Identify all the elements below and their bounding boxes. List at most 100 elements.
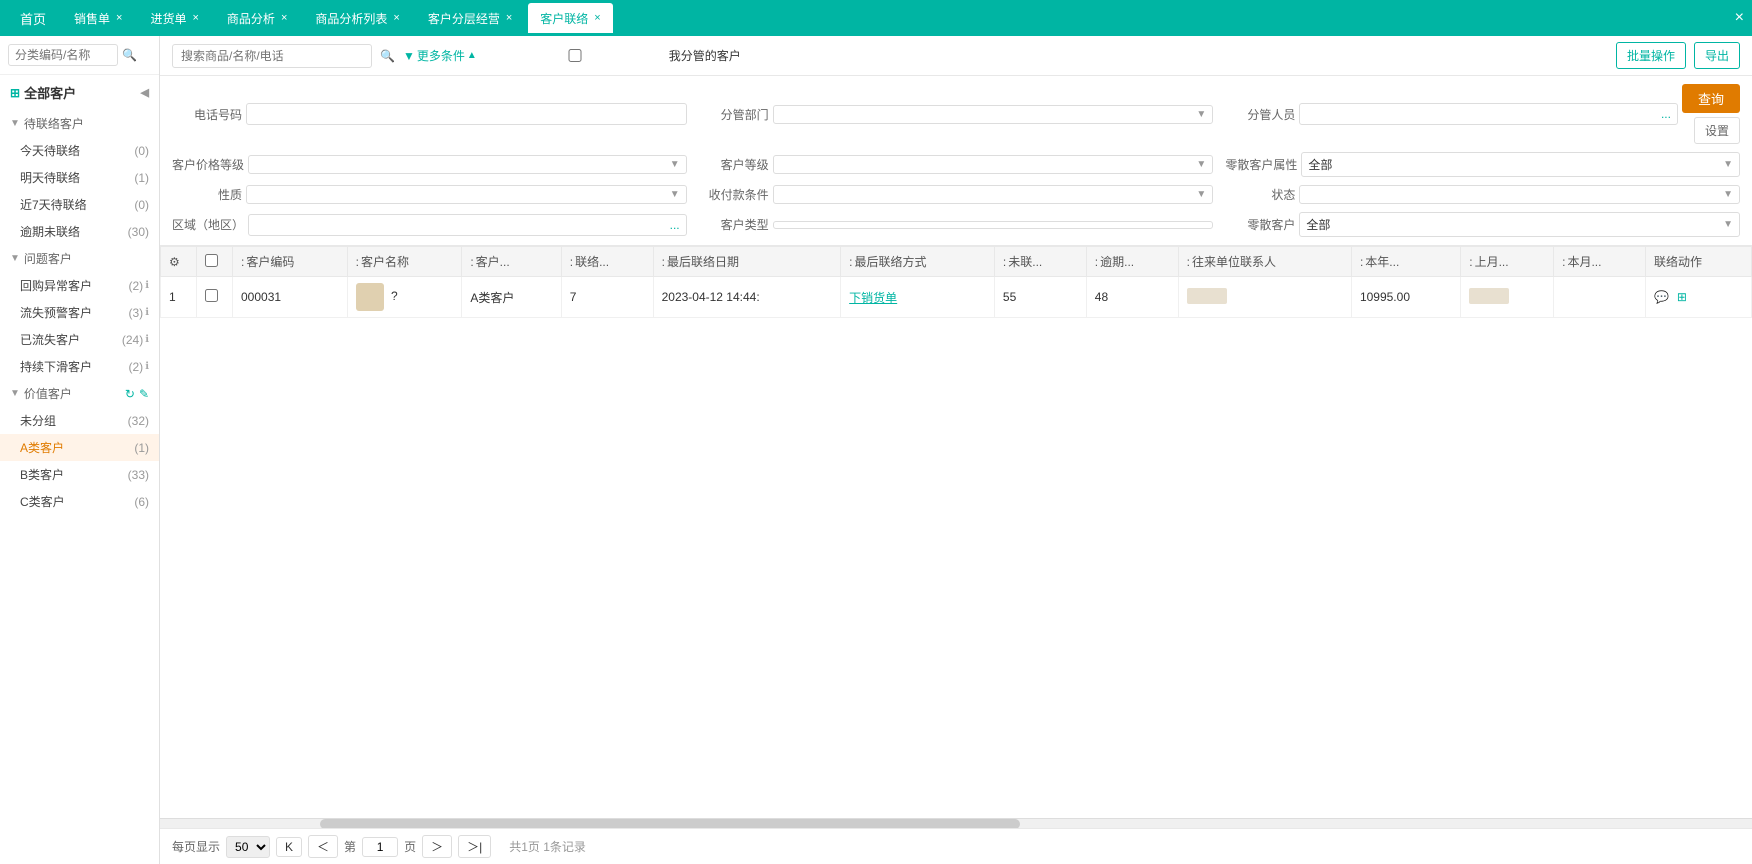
my-customers-checkbox-area: 我分管的客户 (485, 47, 741, 64)
staff-input[interactable]: ... (1299, 103, 1678, 125)
pay-terms-arrow-icon: ▼ (1196, 189, 1206, 200)
prev-page-btn[interactable]: ＜ (308, 835, 338, 858)
cell-row-actions: 💬 ⊞ (1645, 277, 1751, 318)
home-tab[interactable]: 首页 (8, 5, 58, 32)
top-nav: 首页 销售单 × 进货单 × 商品分析 × 商品分析列表 × 客户分层经营 × … (0, 0, 1752, 36)
row-checkbox[interactable] (205, 289, 218, 302)
pay-terms-select[interactable]: ▼ (773, 185, 1214, 204)
col-contact-count: : 联络... (561, 247, 653, 277)
unit-contact-placeholder (1187, 288, 1227, 304)
more-action-icon[interactable]: ⊞ (1677, 290, 1687, 304)
horizontal-scrollbar[interactable] (160, 818, 1752, 828)
filter-row-price-level: 客户价格等级 ▼ (172, 152, 687, 177)
sidebar-item-b-class[interactable]: B类客户 (33) (0, 461, 159, 488)
sidebar-item-c-class[interactable]: C类客户 (6) (0, 488, 159, 515)
sidebar-item-abnormal[interactable]: 回购异常客户 (2) ℹ (0, 272, 159, 299)
cell-last-method[interactable]: 下销货单 (841, 277, 995, 318)
retail-attr-arrow-icon: ▼ (1723, 159, 1733, 170)
cell-checkbox[interactable] (197, 277, 233, 318)
sidebar-collapse-btn[interactable]: ◀ (141, 86, 149, 99)
tab-analysis[interactable]: 商品分析 × (215, 3, 299, 33)
all-customers-header[interactable]: ⊞ 全部客户 ◀ (0, 75, 159, 110)
last-page-btn[interactable]: ＞| (458, 835, 491, 858)
tab-analysis-list[interactable]: 商品分析列表 × (303, 3, 411, 33)
info-icon-2: ℹ (145, 307, 149, 318)
sidebar-item-churn-warning[interactable]: 流失预警客户 (3) ℹ (0, 299, 159, 326)
tab-customer-tier[interactable]: 客户分层经营 × (416, 3, 524, 33)
sidebar-item-tomorrow[interactable]: 明天待联络 (1) (0, 164, 159, 191)
next-page-btn[interactable]: ＞ (422, 835, 452, 858)
query-btn[interactable]: 查询 (1682, 84, 1740, 113)
col-name: : 客户名称 (347, 247, 462, 277)
refresh-icon[interactable]: ↻ (125, 387, 135, 401)
region-dots-icon[interactable]: ... (670, 218, 680, 232)
close-customer-tier-tab[interactable]: × (506, 12, 512, 24)
app-close-btn[interactable]: × (1735, 9, 1744, 27)
dept-select[interactable]: ▼ (773, 105, 1214, 124)
col-last-date: : 最后联络日期 (653, 247, 841, 277)
search-input[interactable] (172, 44, 372, 68)
settings-col-icon[interactable]: ⚙ (169, 255, 180, 269)
problem-customers-group[interactable]: ▼ 问题客户 (0, 245, 159, 272)
tab-purchase[interactable]: 进货单 × (138, 3, 210, 33)
search-icon-main[interactable]: 🔍 (380, 49, 395, 63)
retail-cust-arrow-icon: ▼ (1723, 219, 1733, 230)
filter-row-region: 区域（地区） ... (172, 212, 687, 237)
col-unit-contact: : 往来单位联系人 (1178, 247, 1351, 277)
cell-contact-count: 7 (561, 277, 653, 318)
close-analysis-list-tab[interactable]: × (393, 12, 399, 24)
col-checkbox[interactable] (197, 247, 233, 277)
sidebar-item-churned[interactable]: 已流失客户 (24) ℹ (0, 326, 159, 353)
cust-level-arrow-icon: ▼ (1196, 159, 1206, 170)
staff-dots-icon[interactable]: ... (1661, 107, 1671, 121)
per-page-select[interactable]: 50 (226, 836, 270, 858)
select-all-checkbox[interactable] (205, 254, 218, 267)
my-customers-checkbox[interactable] (485, 49, 665, 62)
edit-icon[interactable]: ✎ (139, 387, 149, 401)
pending-contact-group[interactable]: ▼ 待联络客户 (0, 110, 159, 137)
col-settings[interactable]: ⚙ (161, 247, 197, 277)
filter-row-cust-level: 客户等级 ▼ (699, 152, 1214, 177)
query-actions: 查询 设置 (1682, 84, 1740, 144)
status-select[interactable]: ▼ (1299, 185, 1740, 204)
export-btn[interactable]: 导出 (1694, 42, 1740, 69)
value-customers-group[interactable]: ▼ 价值客户 ↻ ✎ (0, 380, 159, 407)
cell-last-date: 2023-04-12 14:44: (653, 277, 841, 318)
sidebar-item-a-class[interactable]: A类客户 (1) (0, 434, 159, 461)
scrollbar-thumb[interactable] (320, 819, 1020, 828)
nature-select[interactable]: ▼ (246, 185, 687, 204)
close-customer-contact-tab[interactable]: × (594, 12, 600, 24)
pending-contact-label: 待联络客户 (24, 115, 84, 132)
tab-sales[interactable]: 销售单 × (62, 3, 134, 33)
retail-attr-select[interactable]: 全部 ▼ (1301, 152, 1740, 177)
cell-num: 1 (161, 277, 197, 318)
close-sales-tab[interactable]: × (116, 12, 122, 24)
dept-arrow-icon: ▼ (1196, 109, 1206, 120)
retail-cust-select[interactable]: 全部 ▼ (1299, 212, 1740, 237)
close-purchase-tab[interactable]: × (192, 12, 198, 24)
phone-input[interactable] (246, 103, 687, 125)
sidebar-item-overdue[interactable]: 逾期未联络 (30) (0, 218, 159, 245)
filter-row-nature: 性质 ▼ (172, 185, 687, 204)
cust-level-select[interactable]: ▼ (773, 155, 1214, 174)
sidebar-search-input[interactable] (8, 44, 118, 66)
sidebar-item-7days[interactable]: 近7天待联络 (0) (0, 191, 159, 218)
contact-action-icon[interactable]: 💬 (1654, 290, 1669, 304)
page-number-input[interactable] (362, 837, 398, 857)
more-conditions-btn[interactable]: ▼ 更多条件 ▲ (403, 47, 477, 64)
sidebar-search-icon[interactable]: 🔍 (122, 48, 137, 62)
first-page-btn[interactable]: K (276, 837, 302, 857)
region-input[interactable]: ... (248, 214, 687, 236)
sidebar-item-unclassified[interactable]: 未分组 (32) (0, 407, 159, 434)
batch-op-btn[interactable]: 批量操作 (1616, 42, 1686, 69)
sidebar-item-today[interactable]: 今天待联络 (0) (0, 137, 159, 164)
col-actions: 联络动作 (1645, 247, 1751, 277)
phone-text-input[interactable] (253, 107, 680, 121)
price-level-select[interactable]: ▼ (248, 155, 687, 174)
tab-customer-contact[interactable]: 客户联络 × (528, 3, 612, 33)
cust-type-input[interactable] (773, 221, 1214, 229)
filter-icon: ▼ (403, 49, 415, 63)
close-analysis-tab[interactable]: × (281, 12, 287, 24)
sidebar-item-declining[interactable]: 持续下滑客户 (2) ℹ (0, 353, 159, 380)
settings-btn[interactable]: 设置 (1694, 117, 1740, 144)
